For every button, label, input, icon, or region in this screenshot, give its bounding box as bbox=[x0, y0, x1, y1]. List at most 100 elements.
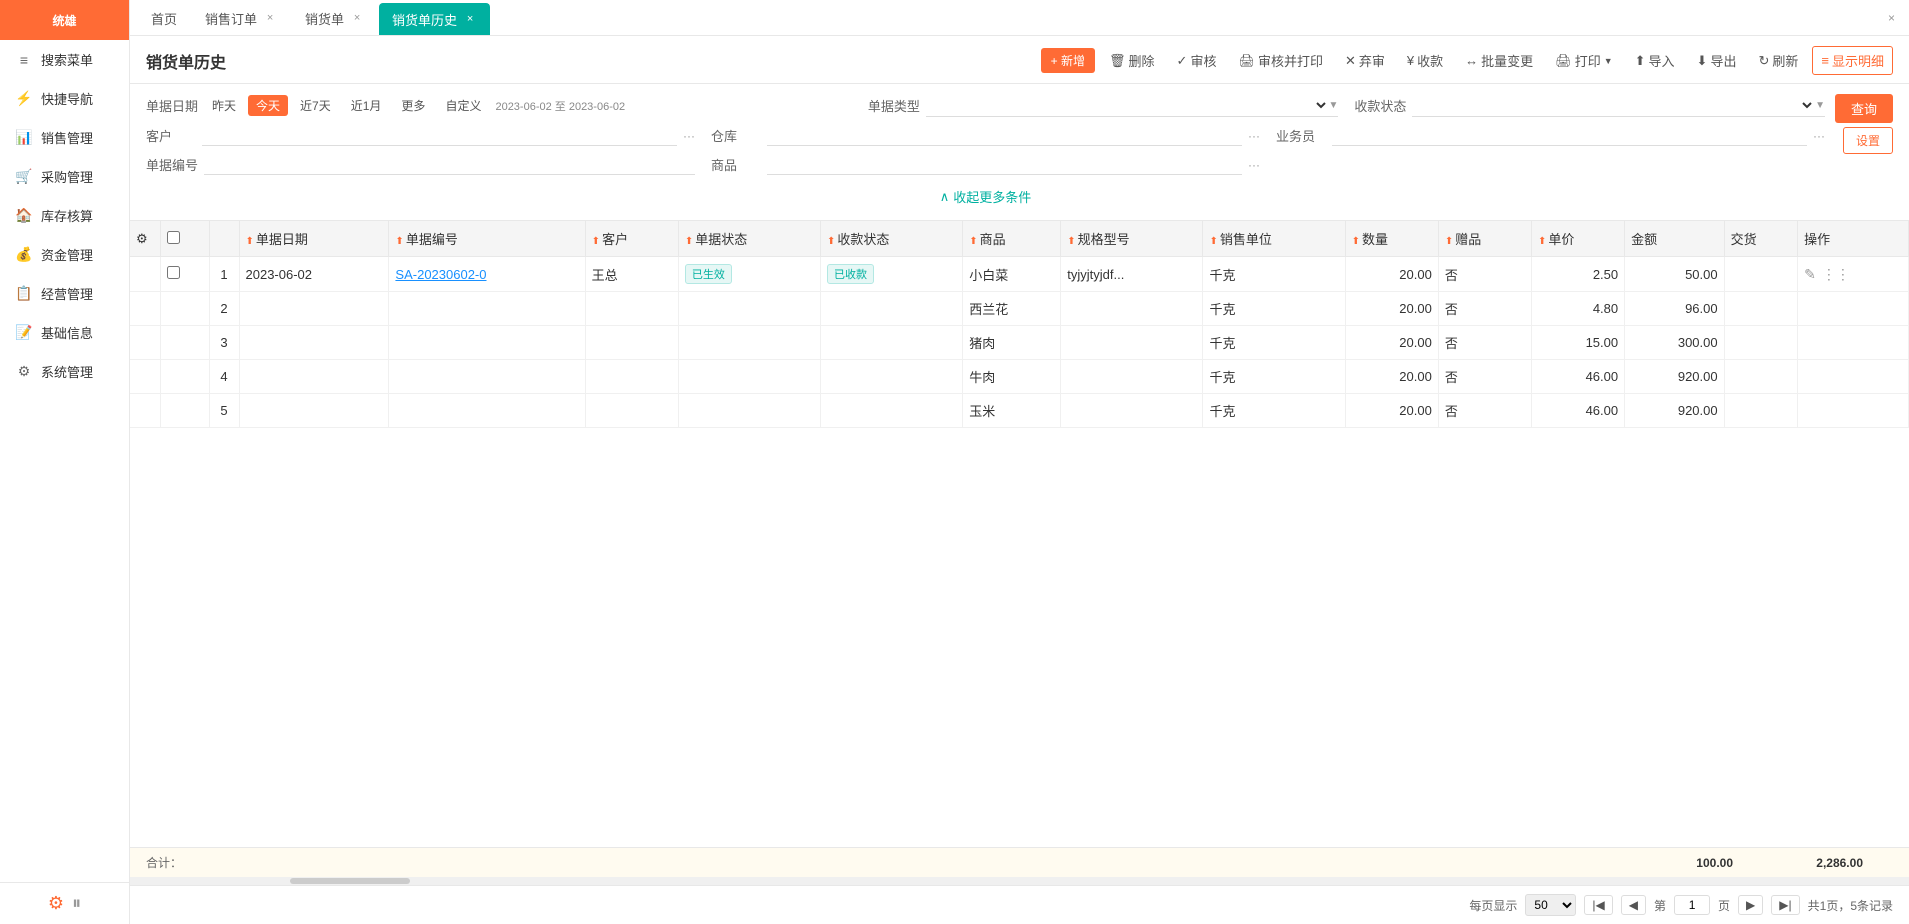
col-checkbox bbox=[160, 221, 209, 257]
col-unit[interactable]: ⬆销售单位 bbox=[1203, 221, 1345, 257]
sidebar-item-purchase-mgmt[interactable]: 🛒 采购管理 bbox=[0, 157, 129, 196]
page-next-button[interactable]: ▶ bbox=[1738, 895, 1763, 915]
new-button[interactable]: + 新增 bbox=[1041, 48, 1095, 73]
col-customer[interactable]: ⬆客户 bbox=[585, 221, 678, 257]
col-spec[interactable]: ⬆规格型号 bbox=[1061, 221, 1203, 257]
table-row: 4 牛肉 千克 20.00 否 46.00 920.00 bbox=[130, 360, 1909, 394]
abandon-button[interactable]: ✕ 弃审 bbox=[1337, 47, 1393, 74]
salesperson-dots[interactable]: ··· bbox=[1813, 129, 1825, 143]
cell-checkbox bbox=[160, 326, 209, 360]
page-number-input[interactable] bbox=[1674, 895, 1710, 915]
sidebar-collapse-icon[interactable]: ⏸ bbox=[72, 893, 81, 914]
sidebar-item-inventory[interactable]: 🏠 库存核算 bbox=[0, 196, 129, 235]
table-row: 3 猪肉 千克 20.00 否 15.00 300.00 bbox=[130, 326, 1909, 360]
date-tab-custom[interactable]: 自定义 bbox=[437, 95, 489, 116]
tab-sales-delivery[interactable]: 销货单 × bbox=[292, 2, 377, 34]
tab-sales-order-close[interactable]: × bbox=[263, 11, 277, 25]
salesperson-filter: 业务员 ··· bbox=[1276, 125, 1825, 146]
page-prev-button[interactable]: ◀ bbox=[1621, 895, 1646, 915]
doc-no-input[interactable] bbox=[204, 154, 695, 175]
sidebar-item-system[interactable]: ⚙ 系统管理 bbox=[0, 352, 129, 391]
filter-row-1: 单据日期 昨天 今天 近7天 近1月 更多 自定义 2 bbox=[146, 94, 1825, 117]
tab-sales-history-close[interactable]: × bbox=[463, 12, 477, 26]
sidebar-item-sales-mgmt[interactable]: 📊 销售管理 bbox=[0, 118, 129, 157]
cell-gift: 否 bbox=[1438, 292, 1531, 326]
cell-goods: 西兰花 bbox=[963, 292, 1061, 326]
cell-doc-status: 已生效 bbox=[678, 257, 820, 292]
date-tab-today[interactable]: 今天 bbox=[248, 95, 288, 116]
page-first-button[interactable]: |◀ bbox=[1584, 895, 1612, 915]
show-detail-button[interactable]: ≡ 显示明细 bbox=[1812, 46, 1893, 75]
doc-no-link[interactable]: SA-20230602-0 bbox=[395, 267, 486, 282]
more-action-icon[interactable]: ⋮⋮ bbox=[1822, 266, 1850, 283]
page-content: 销货单历史 + 新增 🗑 删除 ✓ 审核 🖨 审核并打印 ✕ 弃审 bbox=[130, 36, 1909, 924]
row-checkbox[interactable] bbox=[167, 266, 180, 279]
cell-gift: 否 bbox=[1438, 326, 1531, 360]
close-all-button[interactable]: × bbox=[1882, 9, 1901, 27]
date-tab-yesterday[interactable]: 昨天 bbox=[204, 95, 244, 116]
batch-change-icon: ↔ bbox=[1465, 53, 1478, 68]
filter-actions: 查询 设置 bbox=[1825, 94, 1893, 210]
date-tab-1month[interactable]: 近1月 bbox=[343, 95, 390, 116]
filter-row-2: 客户 ··· 仓库 ··· 业务员 ··· bbox=[146, 125, 1825, 146]
table-body: 1 2023-06-02 SA-20230602-0 王总 已生效 已收款 小白… bbox=[130, 257, 1909, 428]
delete-button[interactable]: 🗑 删除 bbox=[1101, 47, 1163, 74]
page-last-button[interactable]: ▶| bbox=[1771, 895, 1799, 915]
tab-home[interactable]: 首页 bbox=[138, 2, 190, 34]
print-button[interactable]: 🖨 打印 ▼ bbox=[1547, 47, 1620, 74]
table-header-row: ⚙ ⬆单据日期 ⬆单据编号 ⬆客户 ⬆单据状态 ⬆收款状态 ⬆商品 ⬆规格型号 … bbox=[130, 221, 1909, 257]
col-doc-date[interactable]: ⬆单据日期 bbox=[239, 221, 389, 257]
collapse-button[interactable]: ∧ 收起更多条件 bbox=[146, 183, 1825, 210]
col-doc-status[interactable]: ⬆单据状态 bbox=[678, 221, 820, 257]
salesperson-input[interactable] bbox=[1332, 125, 1807, 146]
date-tab-more[interactable]: 更多 bbox=[393, 95, 433, 116]
tab-sales-order[interactable]: 销售订单 × bbox=[192, 2, 290, 34]
date-tab-7days[interactable]: 近7天 bbox=[292, 95, 339, 116]
tab-sales-delivery-close[interactable]: × bbox=[350, 11, 364, 25]
sidebar-item-finance[interactable]: 💰 资金管理 bbox=[0, 235, 129, 274]
select-all-checkbox[interactable] bbox=[167, 231, 180, 244]
sidebar-item-basic-info[interactable]: 📝 基础信息 bbox=[0, 313, 129, 352]
col-qty[interactable]: ⬆数量 bbox=[1345, 221, 1438, 257]
col-price[interactable]: ⬆单价 bbox=[1531, 221, 1624, 257]
sidebar-settings-icon[interactable]: ⚙ bbox=[48, 893, 64, 914]
table-wrapper: ⚙ ⬆单据日期 ⬆单据编号 ⬆客户 ⬆单据状态 ⬆收款状态 ⬆商品 ⬆规格型号 … bbox=[130, 221, 1909, 847]
warehouse-dots[interactable]: ··· bbox=[1248, 129, 1260, 143]
page-size-select[interactable]: 50 100 bbox=[1525, 894, 1576, 916]
col-gear[interactable]: ⚙ bbox=[130, 221, 160, 257]
sidebar-item-label: 经营管理 bbox=[41, 284, 93, 303]
col-goods[interactable]: ⬆商品 bbox=[963, 221, 1061, 257]
batch-change-button[interactable]: ↔ 批量变更 bbox=[1457, 47, 1541, 74]
sidebar-item-search-menu[interactable]: ≡ 搜索菜单 bbox=[0, 40, 129, 79]
customer-dots[interactable]: ··· bbox=[683, 129, 695, 143]
payment-status-select[interactable] bbox=[1412, 94, 1815, 116]
purchase-mgmt-icon: 🛒 bbox=[15, 168, 33, 186]
review-print-button[interactable]: 🖨 审核并打印 bbox=[1230, 47, 1331, 74]
sidebar-item-quick-nav[interactable]: ⚡ 快捷导航 bbox=[0, 79, 129, 118]
edit-action-icon[interactable]: ✎ bbox=[1804, 266, 1816, 283]
col-gift[interactable]: ⬆赠品 bbox=[1438, 221, 1531, 257]
horizontal-scrollbar[interactable] bbox=[130, 877, 1909, 885]
doc-type-select[interactable] bbox=[926, 94, 1329, 116]
tab-sales-history[interactable]: 销货单历史 × bbox=[379, 3, 490, 35]
customer-input[interactable] bbox=[202, 125, 677, 146]
filter-settings-button[interactable]: 设置 bbox=[1843, 127, 1893, 154]
scrollbar-thumb[interactable] bbox=[290, 878, 410, 884]
review-button[interactable]: ✓ 审核 bbox=[1169, 47, 1225, 74]
col-doc-no[interactable]: ⬆单据编号 bbox=[389, 221, 585, 257]
review-icon: ✓ bbox=[1177, 53, 1188, 69]
collect-button[interactable]: ¥ 收款 bbox=[1399, 47, 1451, 74]
refresh-button[interactable]: ↻ 刷新 bbox=[1750, 47, 1806, 74]
sidebar-item-operations[interactable]: 📋 经营管理 bbox=[0, 274, 129, 313]
goods-dots[interactable]: ··· bbox=[1248, 158, 1260, 172]
export-button[interactable]: ⬇ 导出 bbox=[1689, 47, 1745, 74]
query-button[interactable]: 查询 bbox=[1835, 94, 1893, 123]
warehouse-input[interactable] bbox=[767, 125, 1242, 146]
cell-gift: 否 bbox=[1438, 257, 1531, 292]
customer-filter: 客户 ··· bbox=[146, 125, 695, 146]
import-button[interactable]: ⬆ 导入 bbox=[1627, 47, 1683, 74]
col-pay-status[interactable]: ⬆收款状态 bbox=[821, 221, 963, 257]
goods-input[interactable] bbox=[767, 154, 1242, 175]
cell-doc-status bbox=[678, 292, 820, 326]
tab-bar-end: × bbox=[1882, 10, 1901, 25]
